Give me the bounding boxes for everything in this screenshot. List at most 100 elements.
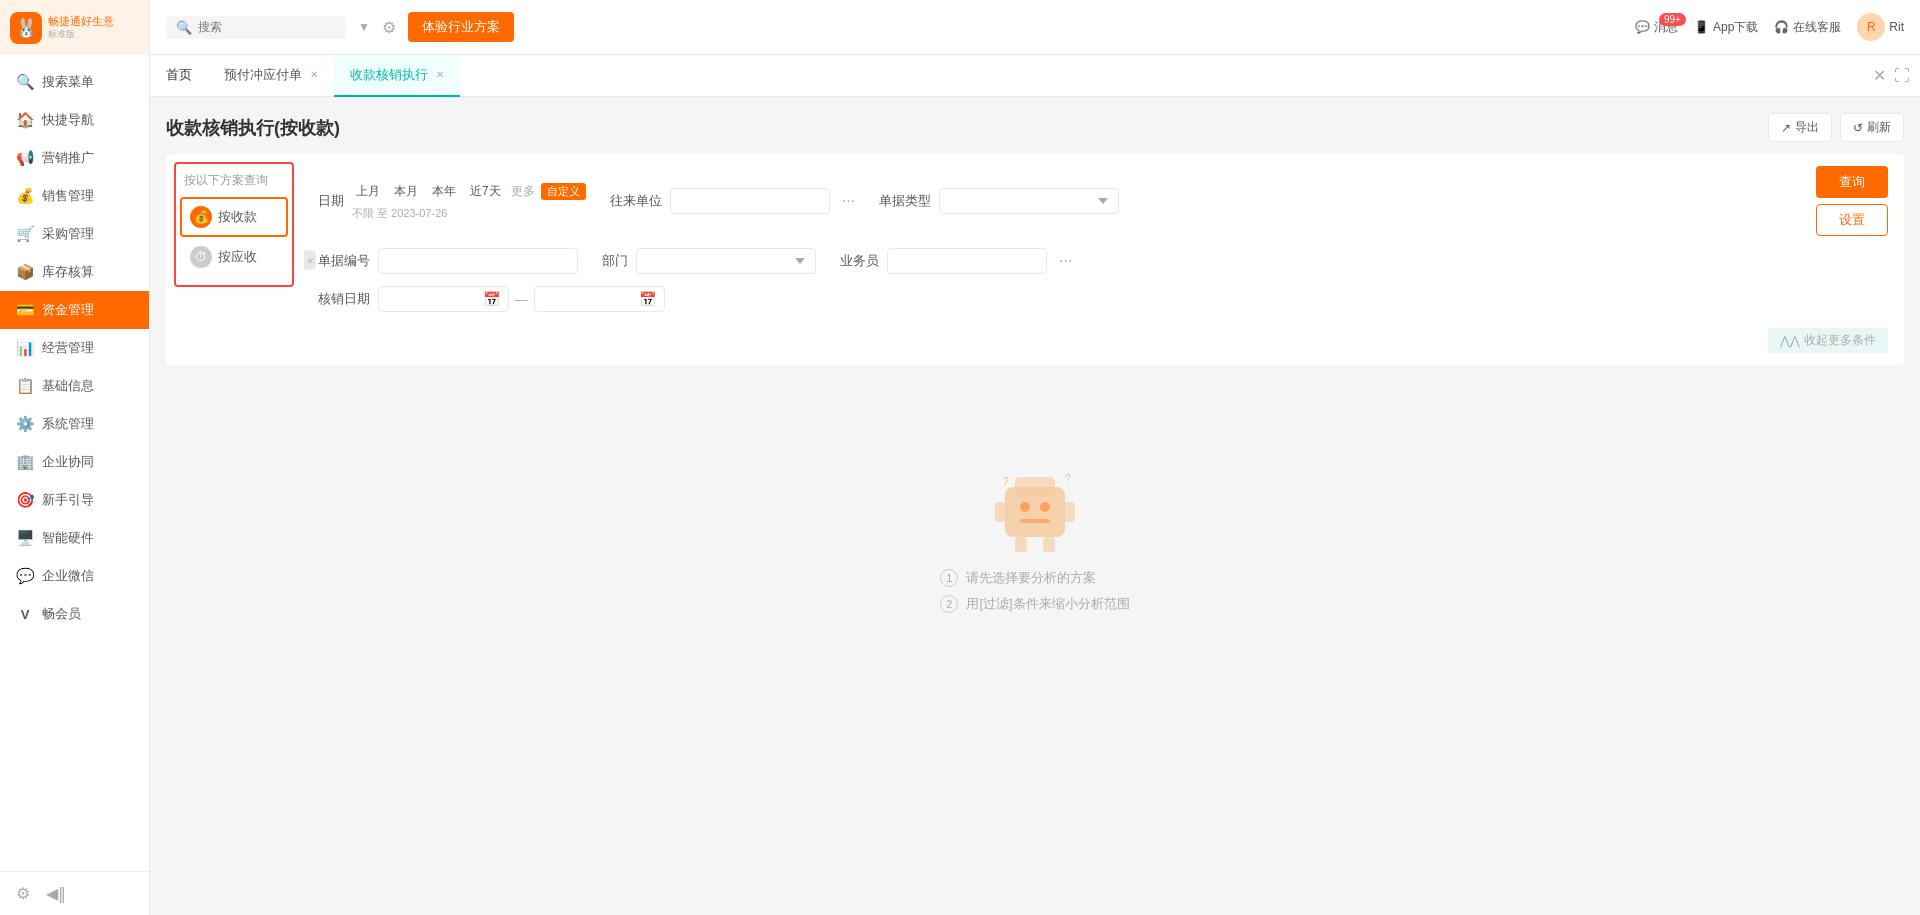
export-btn[interactable]: ↗ 导出 <box>1768 113 1832 142</box>
collapse-sidebar-icon[interactable]: ◀‖ <box>46 884 66 903</box>
filter-option-by-receipt[interactable]: 💰 按收款 <box>180 197 288 237</box>
page: 收款核销执行(按收款) ↗ 导出 ↺ 刷新 按以下方案 <box>150 97 1920 915</box>
date-range-dash: — <box>515 292 528 307</box>
user-menu[interactable]: R Rit <box>1857 13 1904 41</box>
verify-date-start-wrap[interactable]: 2023-03-01 📅 <box>378 286 509 312</box>
receivable-option-label: 按应收 <box>218 248 257 266</box>
filter-row-2: 单据编号 部门 业务员 ··· <box>318 248 1888 274</box>
calendar-start-icon[interactable]: 📅 <box>483 291 500 307</box>
tab-actions: ✕ ⛶ <box>1873 66 1920 85</box>
refresh-btn[interactable]: ↺ 刷新 <box>1840 113 1904 142</box>
search-input[interactable] <box>198 20 318 34</box>
filter-main: 日期 上月 本月 本年 近7天 更多 自定义 <box>302 154 1904 365</box>
date-link-this-month[interactable]: 本月 <box>390 181 422 202</box>
sidebar-item-finance[interactable]: 💳 资金管理 <box>0 291 149 329</box>
salesman-input[interactable] <box>887 248 1047 274</box>
filter-wrapper: 按以下方案查询 💰 按收款 ⏱ 按应收 « <box>166 154 1904 365</box>
setting-btn[interactable]: 设置 <box>1816 204 1888 236</box>
svg-rect-7 <box>1015 537 1027 552</box>
svg-text:?: ? <box>1003 476 1009 487</box>
partner-input[interactable] <box>670 188 830 214</box>
filter-option-by-receivable[interactable]: ⏱ 按应收 <box>180 237 288 277</box>
tab-receipt-close-icon[interactable]: ✕ <box>436 69 444 80</box>
tab-receipt[interactable]: 收款核销执行 ✕ <box>334 55 460 97</box>
tab-prepay[interactable]: 预付冲应付单 ✕ <box>208 55 334 97</box>
query-buttons: 查询 设置 <box>1816 166 1888 236</box>
sidebar-item-enterprise[interactable]: 🏢 企业协同 <box>0 443 149 481</box>
date-custom-tag[interactable]: 自定义 <box>541 183 586 200</box>
message-icon: 💬 <box>1635 20 1650 34</box>
verify-date-end-input[interactable]: 2023-07-21 <box>543 292 633 306</box>
sidebar-item-basic-info[interactable]: 📋 基础信息 <box>0 367 149 405</box>
sidebar-item-inventory[interactable]: 📦 库存核算 <box>0 253 149 291</box>
date-link-last-month[interactable]: 上月 <box>352 181 384 202</box>
partner-label: 往来单位 <box>610 192 662 210</box>
topbar-search-box[interactable]: 🔍 <box>166 16 346 39</box>
empty-tips: 1 请先选择要分析的方案 2 用[过滤]条件来缩小分析范围 <box>940 569 1129 613</box>
topbar: 🔍 ▼ ⚙ 体验行业方案 💬 消息 99+ 📱 App下载 🎧 在线客服 R R… <box>150 0 1920 55</box>
sidebar-item-quick-nav[interactable]: 🏠 快捷导航 <box>0 101 149 139</box>
collapse-more-btn[interactable]: ⋀⋀ 收起更多条件 <box>1768 328 1888 353</box>
sidebar-item-guide[interactable]: 🎯 新手引导 <box>0 481 149 519</box>
sidebar-item-system[interactable]: ⚙️ 系统管理 <box>0 405 149 443</box>
svg-text:?: ? <box>1065 473 1071 484</box>
industry-btn[interactable]: 体验行业方案 <box>408 12 514 42</box>
date-more-btn[interactable]: 更多 <box>511 183 535 200</box>
headset-icon: 🎧 <box>1774 20 1789 34</box>
online-service-btn[interactable]: 🎧 在线客服 <box>1774 19 1841 36</box>
verify-date-end-wrap[interactable]: 2023-07-21 📅 <box>534 286 665 312</box>
settings-gear-icon[interactable]: ⚙ <box>382 18 396 37</box>
tab-home[interactable]: 首页 <box>150 55 208 97</box>
sidebar-item-purchase[interactable]: 🛒 采购管理 <box>0 215 149 253</box>
sidebar-item-sales[interactable]: 💰 销售管理 <box>0 177 149 215</box>
doc-type-select[interactable] <box>939 188 1119 214</box>
service-label: 在线客服 <box>1793 19 1841 36</box>
tab-receipt-label: 收款核销执行 <box>350 66 428 84</box>
tab-close-btn[interactable]: ✕ <box>1873 66 1886 85</box>
date-link-7days[interactable]: 近7天 <box>466 181 505 202</box>
salesman-dots-icon[interactable]: ··· <box>1059 252 1072 270</box>
guide-icon: 🎯 <box>16 491 34 509</box>
filter-row-1: 日期 上月 本月 本年 近7天 更多 自定义 <box>318 166 1888 236</box>
dropdown-chevron-icon[interactable]: ▼ <box>358 20 370 34</box>
empty-illustration: ? ? <box>975 457 1095 557</box>
dept-select[interactable] <box>636 248 816 274</box>
sidebar-item-search-menu[interactable]: 🔍 搜索菜单 <box>0 63 149 101</box>
search-menu-icon: 🔍 <box>16 73 34 91</box>
message-btn[interactable]: 💬 消息 99+ <box>1635 19 1678 36</box>
verify-date-start-input[interactable]: 2023-03-01 <box>387 292 477 306</box>
filter-item-date: 日期 上月 本月 本年 近7天 更多 自定义 <box>318 181 586 221</box>
sidebar-item-hardware[interactable]: 🖥️ 智能硬件 <box>0 519 149 557</box>
sidebar-item-wechat[interactable]: 💬 企业微信 <box>0 557 149 595</box>
svg-point-3 <box>1040 502 1050 512</box>
sidebar-item-label: 新手引导 <box>42 491 94 509</box>
filter-sidebar: 按以下方案查询 💰 按收款 ⏱ 按应收 <box>174 162 294 287</box>
app-logo: 🐰 畅捷通好生意 标准版 <box>0 0 149 55</box>
member-icon: V <box>16 607 34 622</box>
sidebar-item-marketing[interactable]: 📢 营销推广 <box>0 139 149 177</box>
hardware-icon: 🖥️ <box>16 529 34 547</box>
inventory-icon: 📦 <box>16 263 34 281</box>
doc-no-input[interactable] <box>378 248 578 274</box>
sidebar-item-label: 基础信息 <box>42 377 94 395</box>
calendar-end-icon[interactable]: 📅 <box>639 291 656 307</box>
partner-dots-icon[interactable]: ··· <box>842 192 855 210</box>
tab-expand-btn[interactable]: ⛶ <box>1894 67 1910 85</box>
sidebar-item-member[interactable]: V 畅会员 <box>0 595 149 633</box>
app-download-btn[interactable]: 📱 App下载 <box>1694 19 1758 36</box>
sidebar: 🐰 畅捷通好生意 标准版 🔍 搜索菜单 🏠 快捷导航 📢 营销推广 💰 销售管理… <box>0 0 150 915</box>
user-avatar: R <box>1857 13 1885 41</box>
page-header: 收款核销执行(按收款) ↗ 导出 ↺ 刷新 <box>166 113 1904 142</box>
settings-icon[interactable]: ⚙ <box>16 884 30 903</box>
sidebar-item-label: 资金管理 <box>42 301 94 319</box>
date-label: 日期 <box>318 192 344 210</box>
sidebar-item-business[interactable]: 📊 经营管理 <box>0 329 149 367</box>
empty-state: ? ? 1 请先选择要分析的方案 2 用[过滤]条件来缩小分析范围 <box>166 377 1904 693</box>
sidebar-item-label: 企业协同 <box>42 453 94 471</box>
filter-collapse-btn[interactable]: « <box>304 250 316 269</box>
query-btn[interactable]: 查询 <box>1816 166 1888 198</box>
date-link-this-year[interactable]: 本年 <box>428 181 460 202</box>
tab-prepay-close-icon[interactable]: ✕ <box>310 69 318 80</box>
receipt-option-icon: 💰 <box>190 206 212 228</box>
business-icon: 📊 <box>16 339 34 357</box>
